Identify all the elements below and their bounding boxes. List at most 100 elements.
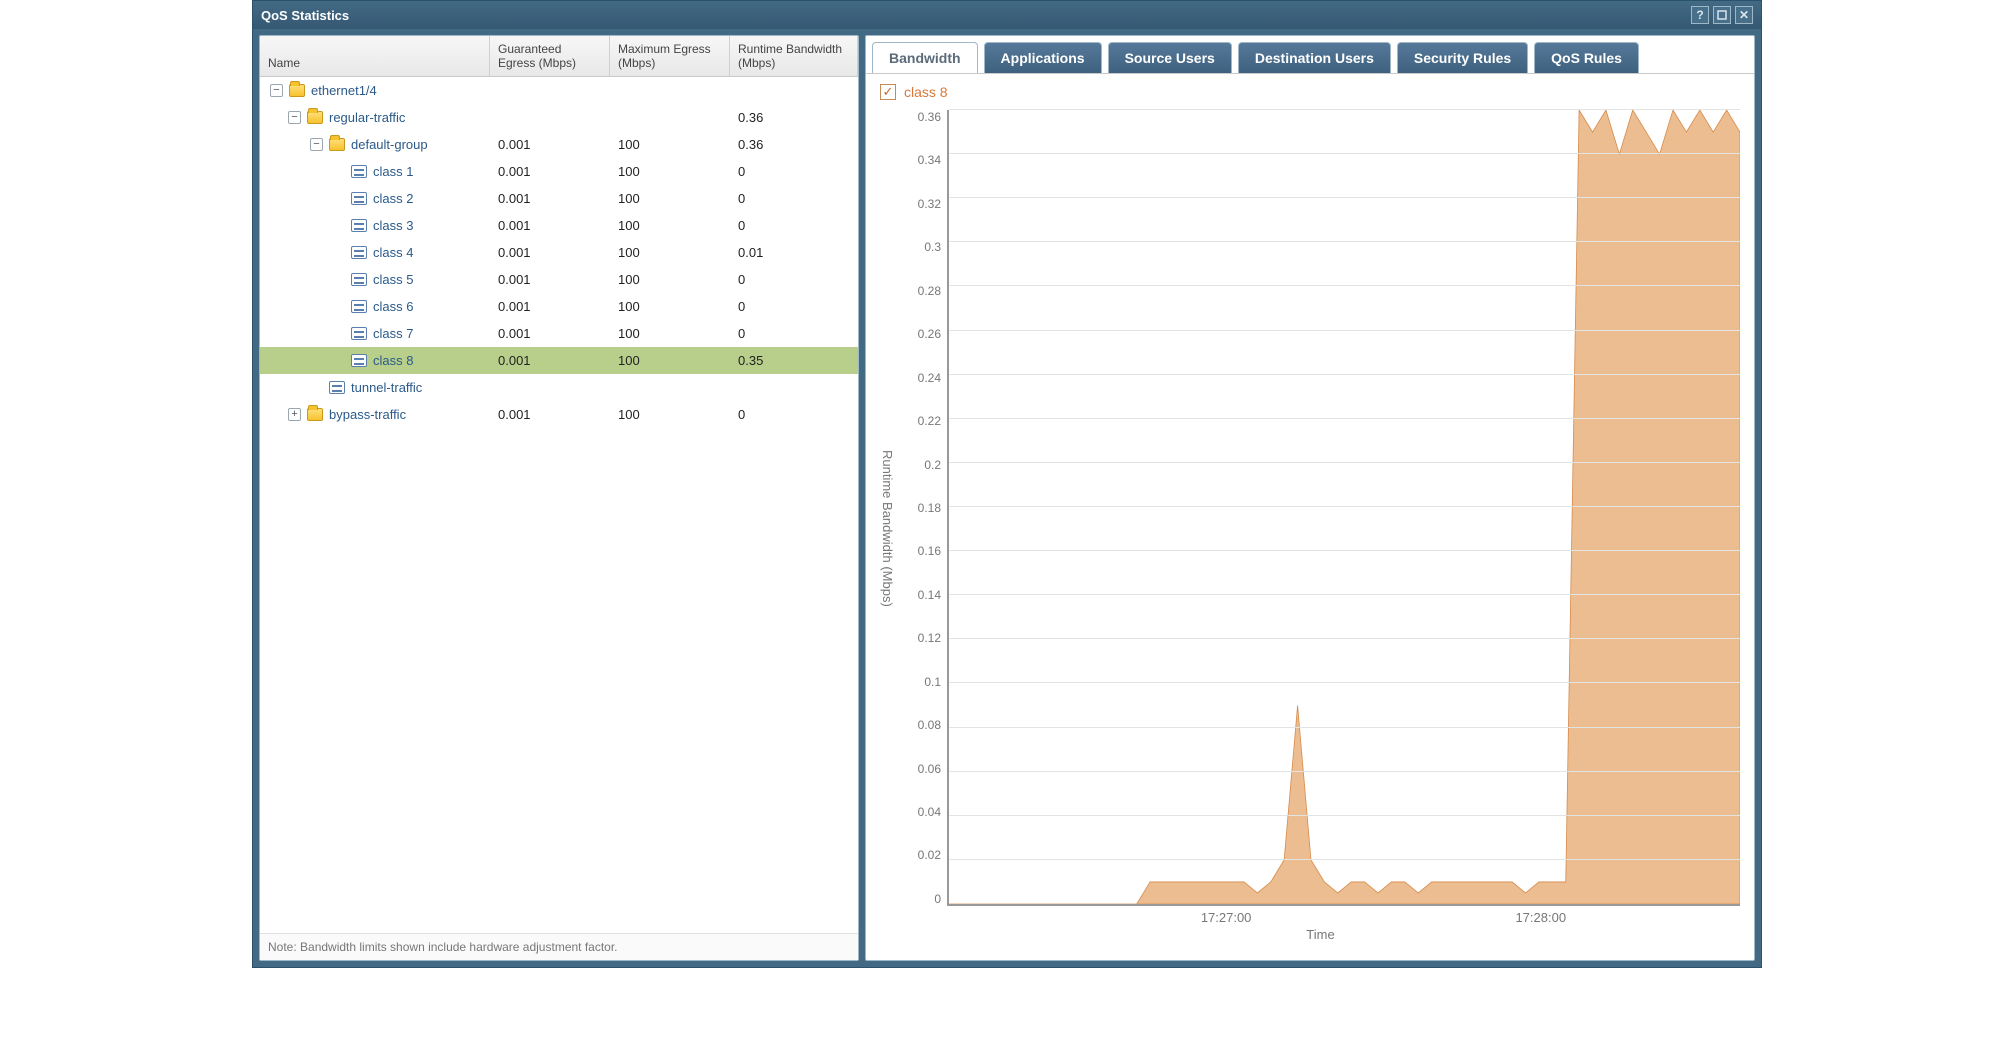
tree-row-class-3[interactable]: class 30.0011000 bbox=[260, 212, 858, 239]
tree-name-cell[interactable]: tunnel-traffic bbox=[260, 380, 490, 395]
tree-row-regular-traffic[interactable]: −regular-traffic0.36 bbox=[260, 104, 858, 131]
tree-node-label[interactable]: default-group bbox=[351, 137, 428, 152]
help-button[interactable]: ? bbox=[1691, 6, 1709, 24]
tree-row-class-5[interactable]: class 50.0011000 bbox=[260, 266, 858, 293]
close-button[interactable]: ✕ bbox=[1735, 6, 1753, 24]
y-tick: 0.16 bbox=[918, 544, 941, 558]
tree-name-cell[interactable]: class 3 bbox=[260, 218, 490, 233]
expand-placeholder bbox=[332, 327, 345, 340]
tree-name-cell[interactable]: class 5 bbox=[260, 272, 490, 287]
cell-runtime: 0 bbox=[730, 164, 858, 179]
class-icon bbox=[351, 273, 367, 286]
tree-row-class-2[interactable]: class 20.0011000 bbox=[260, 185, 858, 212]
col-header-runtime[interactable]: Runtime Bandwidth (Mbps) bbox=[730, 36, 858, 76]
tab-bandwidth[interactable]: Bandwidth bbox=[872, 42, 978, 73]
col-header-name[interactable]: Name bbox=[260, 36, 490, 76]
tree-node-label[interactable]: bypass-traffic bbox=[329, 407, 406, 422]
tree-row-default-group[interactable]: −default-group0.0011000.36 bbox=[260, 131, 858, 158]
bandwidth-note: Note: Bandwidth limits shown include har… bbox=[260, 933, 858, 960]
area-series-class8 bbox=[949, 110, 1740, 904]
cell-guaranteed: 0.001 bbox=[490, 353, 610, 368]
maximize-button[interactable] bbox=[1713, 6, 1731, 24]
tree-name-cell[interactable]: − ethernet1/4 bbox=[264, 83, 494, 98]
class-icon bbox=[329, 381, 345, 394]
legend-checkbox-class8[interactable]: ✓ bbox=[880, 84, 896, 100]
expand-placeholder bbox=[332, 354, 345, 367]
tab-applications[interactable]: Applications bbox=[984, 42, 1102, 73]
expand-placeholder bbox=[332, 246, 345, 259]
cell-runtime: 0 bbox=[730, 299, 858, 314]
tab-destination-users[interactable]: Destination Users bbox=[1238, 42, 1391, 73]
cell-guaranteed: 0.001 bbox=[490, 191, 610, 206]
tab-source-users[interactable]: Source Users bbox=[1108, 42, 1232, 73]
col-header-guaranteed[interactable]: Guaranteed Egress (Mbps) bbox=[490, 36, 610, 76]
tree-node-label[interactable]: class 4 bbox=[373, 245, 413, 260]
col-header-maximum[interactable]: Maximum Egress (Mbps) bbox=[610, 36, 730, 76]
cell-maximum: 100 bbox=[610, 326, 730, 341]
expand-placeholder bbox=[332, 300, 345, 313]
tree-name-cell[interactable]: + bypass-traffic bbox=[260, 407, 490, 422]
tree-node-label[interactable]: ethernet1/4 bbox=[311, 83, 377, 98]
tree-node-label[interactable]: regular-traffic bbox=[329, 110, 405, 125]
tree-body[interactable]: −ethernet1/4−regular-traffic0.36−default… bbox=[260, 77, 858, 933]
tree-name-cell[interactable]: class 4 bbox=[260, 245, 490, 260]
tree-node-label[interactable]: class 8 bbox=[373, 353, 413, 368]
tree-name-cell[interactable]: class 1 bbox=[260, 164, 490, 179]
tree-row-bypass-traffic[interactable]: +bypass-traffic0.0011000 bbox=[260, 401, 858, 428]
x-axis-label: Time bbox=[1306, 927, 1334, 942]
y-tick: 0.06 bbox=[918, 762, 941, 776]
tree-row-class-8[interactable]: class 80.0011000.35 bbox=[260, 347, 858, 374]
y-tick: 0.14 bbox=[918, 588, 941, 602]
x-tick: 17:27:00 bbox=[1069, 910, 1384, 925]
chart-area: ✓ class 8 Runtime Bandwidth (Mbps) 00.02… bbox=[866, 74, 1754, 960]
tree-node-label[interactable]: class 7 bbox=[373, 326, 413, 341]
plot-area[interactable] bbox=[947, 110, 1740, 906]
cell-guaranteed: 0.001 bbox=[490, 164, 610, 179]
y-ticks: 00.020.040.060.080.10.120.140.160.180.20… bbox=[901, 110, 947, 906]
area-chart-svg bbox=[949, 110, 1740, 904]
tree-node-label[interactable]: class 1 bbox=[373, 164, 413, 179]
tree-node-label[interactable]: class 5 bbox=[373, 272, 413, 287]
x-ticks: 17:27:0017:28:00 bbox=[901, 910, 1740, 925]
tree-name-cell[interactable]: class 6 bbox=[260, 299, 490, 314]
tree-row-class-7[interactable]: class 70.0011000 bbox=[260, 320, 858, 347]
tree-panel: Name Guaranteed Egress (Mbps) Maximum Eg… bbox=[259, 35, 859, 961]
legend-series-label[interactable]: class 8 bbox=[904, 84, 948, 100]
collapse-icon[interactable]: − bbox=[270, 84, 283, 97]
expand-placeholder bbox=[332, 273, 345, 286]
tree-name-cell[interactable]: − regular-traffic bbox=[260, 110, 490, 125]
class-icon bbox=[351, 300, 367, 313]
tree-name-cell[interactable]: class 7 bbox=[260, 326, 490, 341]
tree-row-tunnel-traffic[interactable]: tunnel-traffic bbox=[260, 374, 858, 401]
tree-row-class-6[interactable]: class 60.0011000 bbox=[260, 293, 858, 320]
cell-maximum: 100 bbox=[610, 299, 730, 314]
folder-icon bbox=[289, 84, 305, 97]
class-icon bbox=[351, 246, 367, 259]
cell-guaranteed: 0.001 bbox=[490, 407, 610, 422]
tree-node-label[interactable]: tunnel-traffic bbox=[351, 380, 422, 395]
tree-node-label[interactable]: class 6 bbox=[373, 299, 413, 314]
cell-maximum: 100 bbox=[610, 218, 730, 233]
tree-node-label[interactable]: class 2 bbox=[373, 191, 413, 206]
class-icon bbox=[351, 165, 367, 178]
chart-panel: BandwidthApplicationsSource UsersDestina… bbox=[865, 35, 1755, 961]
collapse-icon[interactable]: − bbox=[310, 138, 323, 151]
titlebar: QoS Statistics ? ✕ bbox=[253, 1, 1761, 29]
tree-name-cell[interactable]: class 2 bbox=[260, 191, 490, 206]
tree-name-cell[interactable]: class 8 bbox=[260, 353, 490, 368]
tree-name-cell[interactable]: − default-group bbox=[260, 137, 490, 152]
cell-maximum: 100 bbox=[610, 272, 730, 287]
expand-placeholder bbox=[332, 192, 345, 205]
expand-placeholder bbox=[332, 219, 345, 232]
expand-icon[interactable]: + bbox=[288, 408, 301, 421]
cell-maximum: 100 bbox=[610, 137, 730, 152]
tree-row-class-4[interactable]: class 40.0011000.01 bbox=[260, 239, 858, 266]
collapse-icon[interactable]: − bbox=[288, 111, 301, 124]
tab-security-rules[interactable]: Security Rules bbox=[1397, 42, 1528, 73]
tree-row-class-1[interactable]: class 10.0011000 bbox=[260, 158, 858, 185]
tree-row-ethernet1-4[interactable]: − ethernet1/4 bbox=[260, 77, 858, 104]
tab-qos-rules[interactable]: QoS Rules bbox=[1534, 42, 1639, 73]
y-tick: 0.08 bbox=[918, 718, 941, 732]
tree-node-label[interactable]: class 3 bbox=[373, 218, 413, 233]
y-tick: 0.02 bbox=[918, 848, 941, 862]
